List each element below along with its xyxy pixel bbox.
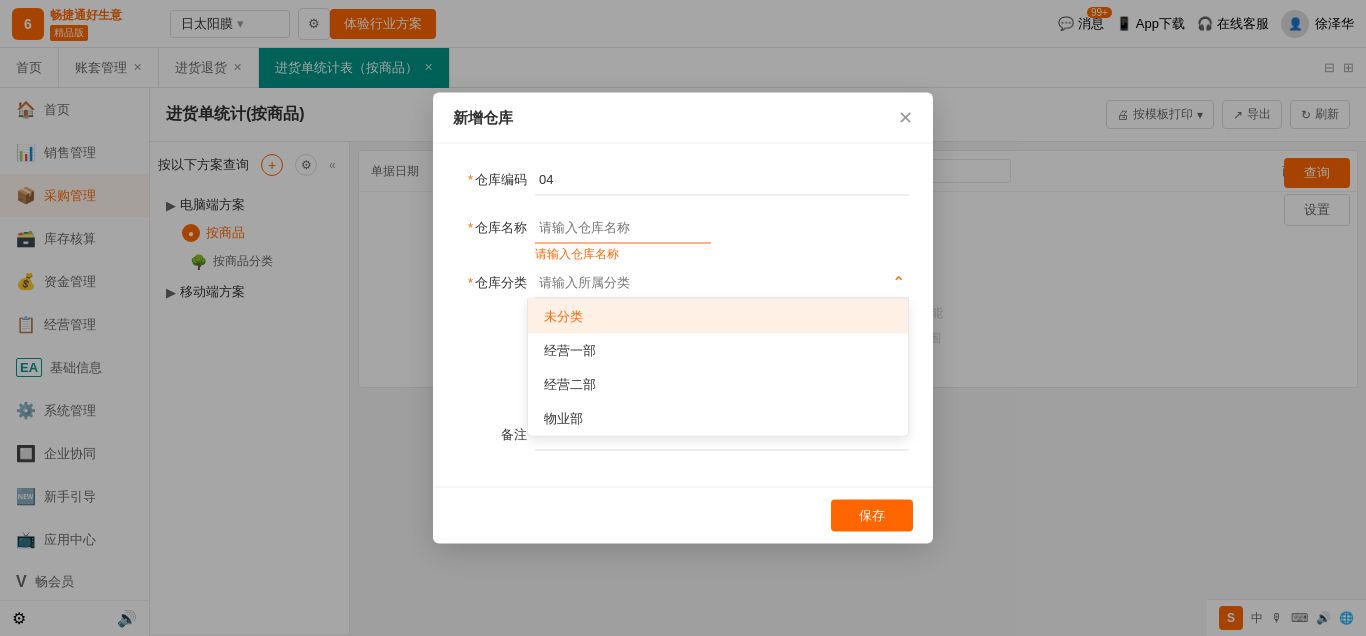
dropdown-item-property[interactable]: 物业部: [528, 402, 908, 436]
dropdown-item-ops2[interactable]: 经营二部: [528, 368, 908, 402]
modal-title: 新增仓库: [453, 108, 513, 127]
dropdown-item-ops1[interactable]: 经营一部: [528, 334, 908, 368]
form-row-category: 仓库分类 ⌃ 未分类 经营一部 经营二部 物业部: [457, 267, 909, 299]
code-input[interactable]: [535, 164, 909, 196]
category-toggle-icon[interactable]: ⌃: [892, 273, 905, 292]
modal-footer: 保存: [433, 487, 933, 544]
name-label: 仓库名称: [457, 212, 527, 244]
new-warehouse-modal: 新增仓库 ✕ 仓库编码 仓库名称 请输入仓库名称 仓库分类 ⌃: [433, 93, 933, 544]
form-row-code: 仓库编码: [457, 164, 909, 196]
name-input[interactable]: [535, 212, 711, 244]
modal-close-button[interactable]: ✕: [898, 107, 913, 129]
code-label: 仓库编码: [457, 164, 527, 196]
category-input[interactable]: [535, 267, 909, 299]
modal-body: 仓库编码 仓库名称 请输入仓库名称 仓库分类 ⌃ 未分类 经营一: [433, 144, 933, 487]
form-row-name: 仓库名称 请输入仓库名称: [457, 212, 909, 263]
save-button[interactable]: 保存: [831, 500, 913, 532]
notes-label: 备注: [457, 419, 527, 451]
dropdown-item-unclassified[interactable]: 未分类: [528, 300, 908, 334]
modal-header: 新增仓库 ✕: [433, 93, 933, 144]
category-input-wrap: ⌃: [535, 267, 909, 299]
category-label: 仓库分类: [457, 267, 527, 299]
category-dropdown: 未分类 经营一部 经营二部 物业部: [527, 299, 909, 437]
name-error-msg: 请输入仓库名称: [535, 246, 711, 263]
